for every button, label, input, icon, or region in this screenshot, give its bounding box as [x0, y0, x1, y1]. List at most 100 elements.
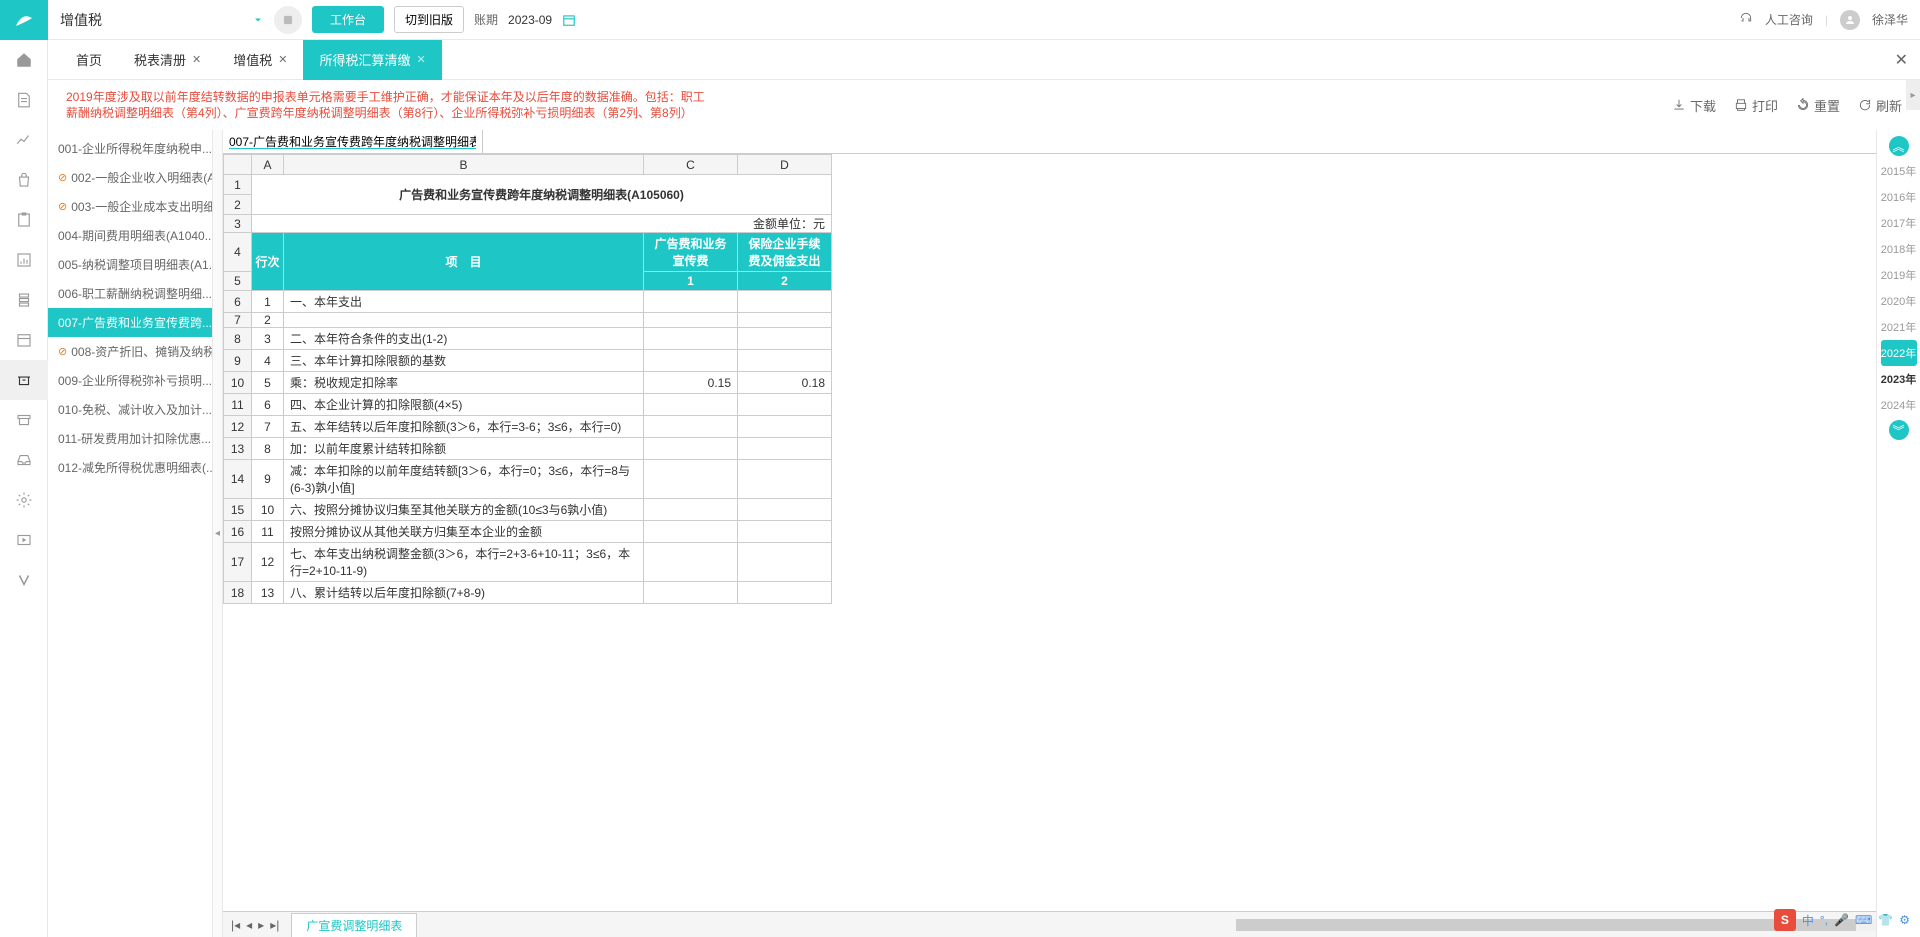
cell-item[interactable]: [284, 313, 644, 328]
cell-item[interactable]: 二、本年符合条件的支出(1-2): [284, 328, 644, 350]
cell-value-c[interactable]: [644, 460, 738, 499]
cell-item[interactable]: 五、本年结转以后年度扣除额(3＞6，本行=3-6；3≤6，本行=0): [284, 416, 644, 438]
cell-rowno[interactable]: 10: [252, 499, 284, 521]
download-button[interactable]: 下载: [1672, 96, 1716, 115]
nav-calendar-icon[interactable]: [0, 320, 48, 360]
form-item-3[interactable]: 004-期间费用明细表(A1040...: [48, 221, 212, 250]
form-item-1[interactable]: ⊘002-一般企业收入明细表(A...: [48, 163, 212, 192]
cell-value-d[interactable]: [738, 438, 832, 460]
nav-home-icon[interactable]: [0, 40, 48, 80]
cell-value-d[interactable]: [738, 521, 832, 543]
collapse-handle[interactable]: ◂: [213, 130, 223, 937]
nav-chart-icon[interactable]: [0, 120, 48, 160]
cell-rowno[interactable]: 1: [252, 291, 284, 313]
cell-item[interactable]: 六、按照分摊协议归集至其他关联方的金额(10≤3与6孰小值): [284, 499, 644, 521]
form-item-4[interactable]: 005-纳税调整项目明细表(A1...: [48, 250, 212, 279]
app-logo[interactable]: [0, 0, 48, 40]
spreadsheet-grid[interactable]: ABCD1广告费和业务宣传费跨年度纳税调整明细表(A105060)23金额单位：…: [223, 154, 1876, 911]
cell-reference-input[interactable]: [229, 134, 476, 149]
ime-lang[interactable]: 中: [1802, 912, 1814, 929]
nav-video-icon[interactable]: [0, 520, 48, 560]
row-header[interactable]: 6: [224, 291, 252, 313]
nav-doc-icon[interactable]: [0, 80, 48, 120]
nav-clipboard-icon[interactable]: [0, 200, 48, 240]
row-header[interactable]: 3: [224, 215, 252, 233]
cell-rowno[interactable]: 13: [252, 582, 284, 604]
nav-tax-icon[interactable]: [0, 360, 48, 400]
calendar-icon[interactable]: [562, 13, 576, 27]
close-all-tabs-icon[interactable]: ✕: [1895, 50, 1908, 70]
year-button[interactable]: 2017年: [1881, 210, 1917, 236]
form-item-8[interactable]: 009-企业所得税弥补亏损明...: [48, 366, 212, 395]
cell-value-c[interactable]: 0.15: [644, 372, 738, 394]
sheet-tab[interactable]: 广宣费调整明细表: [291, 913, 417, 937]
toggle-icon[interactable]: [274, 6, 302, 34]
cell-value-c[interactable]: [644, 313, 738, 328]
expand-panel-icon[interactable]: ▸: [1906, 80, 1920, 110]
cell-value-c[interactable]: [644, 543, 738, 582]
cell-rowno[interactable]: 7: [252, 416, 284, 438]
form-item-2[interactable]: ⊘003-一般企业成本支出明细...: [48, 192, 212, 221]
close-icon[interactable]: ✕: [192, 53, 201, 66]
year-up-icon[interactable]: ︽: [1889, 136, 1909, 156]
cell-item[interactable]: 三、本年计算扣除限额的基数: [284, 350, 644, 372]
year-button[interactable]: 2019年: [1881, 262, 1917, 288]
nav-bag-icon[interactable]: [0, 160, 48, 200]
year-down-icon[interactable]: ︾: [1889, 420, 1909, 440]
cell-rowno[interactable]: 6: [252, 394, 284, 416]
row-header[interactable]: 14: [224, 460, 252, 499]
tab-3[interactable]: 所得税汇算清缴✕: [303, 40, 441, 80]
row-header[interactable]: 10: [224, 372, 252, 394]
cell-value-d[interactable]: 0.18: [738, 372, 832, 394]
sheet-nav-prev-icon[interactable]: ◂: [244, 918, 254, 932]
form-item-5[interactable]: 006-职工薪酬纳税调整明细...: [48, 279, 212, 308]
refresh-button[interactable]: 刷新: [1858, 96, 1902, 115]
cell-value-c[interactable]: [644, 350, 738, 372]
nav-template-icon[interactable]: [0, 280, 48, 320]
module-dropdown[interactable]: 增值税: [60, 10, 264, 30]
cell-rowno[interactable]: 12: [252, 543, 284, 582]
row-header[interactable]: 13: [224, 438, 252, 460]
form-item-0[interactable]: 001-企业所得税年度纳税申...: [48, 134, 212, 163]
cell-item[interactable]: 一、本年支出: [284, 291, 644, 313]
cell-rowno[interactable]: 5: [252, 372, 284, 394]
cell-value-c[interactable]: [644, 521, 738, 543]
sheet-nav-first-icon[interactable]: |◂: [229, 918, 242, 932]
nav-settings-icon[interactable]: [0, 480, 48, 520]
ime-mic-icon[interactable]: 🎤: [1834, 913, 1849, 927]
switch-old-button[interactable]: 切到旧版: [394, 6, 464, 33]
cell-value-d[interactable]: [738, 350, 832, 372]
col-header[interactable]: B: [284, 155, 644, 175]
cell-item[interactable]: 减：本年扣除的以前年度结转额[3＞6，本行=0；3≤6，本行=8与(6-3)孰小…: [284, 460, 644, 499]
cell-rowno[interactable]: 4: [252, 350, 284, 372]
cell-item[interactable]: 按照分摊协议从其他关联方归集至本企业的金额: [284, 521, 644, 543]
form-item-7[interactable]: ⊘008-资产折旧、摊销及纳税...: [48, 337, 212, 366]
cell-value-d[interactable]: [738, 328, 832, 350]
cell-item[interactable]: 乘：税收规定扣除率: [284, 372, 644, 394]
col-header[interactable]: D: [738, 155, 832, 175]
row-header[interactable]: 9: [224, 350, 252, 372]
year-button[interactable]: 2021年: [1881, 314, 1917, 340]
form-item-11[interactable]: 012-减免所得税优惠明细表(...: [48, 453, 212, 482]
row-header[interactable]: 17: [224, 543, 252, 582]
cell-rowno[interactable]: 3: [252, 328, 284, 350]
cell-item[interactable]: 四、本企业计算的扣除限额(4×5): [284, 394, 644, 416]
row-header[interactable]: 7: [224, 313, 252, 328]
cell-value-c[interactable]: [644, 328, 738, 350]
row-header[interactable]: 2: [224, 195, 252, 215]
ime-punct-icon[interactable]: °,: [1820, 913, 1828, 927]
row-header[interactable]: 4: [224, 233, 252, 272]
cell-value-d[interactable]: [738, 394, 832, 416]
row-header[interactable]: 18: [224, 582, 252, 604]
workbench-button[interactable]: 工作台: [312, 6, 384, 33]
nav-report-icon[interactable]: [0, 240, 48, 280]
row-header[interactable]: 15: [224, 499, 252, 521]
username[interactable]: 徐泽华: [1872, 11, 1908, 28]
close-icon[interactable]: ✕: [278, 53, 287, 66]
tab-0[interactable]: 首页: [60, 40, 118, 80]
consult-link[interactable]: 人工咨询: [1765, 11, 1813, 28]
year-button[interactable]: 2018年: [1881, 236, 1917, 262]
year-button[interactable]: 2023年: [1881, 366, 1917, 392]
ime-toolbox-icon[interactable]: ⚙: [1899, 913, 1910, 927]
cell-value-d[interactable]: [738, 543, 832, 582]
